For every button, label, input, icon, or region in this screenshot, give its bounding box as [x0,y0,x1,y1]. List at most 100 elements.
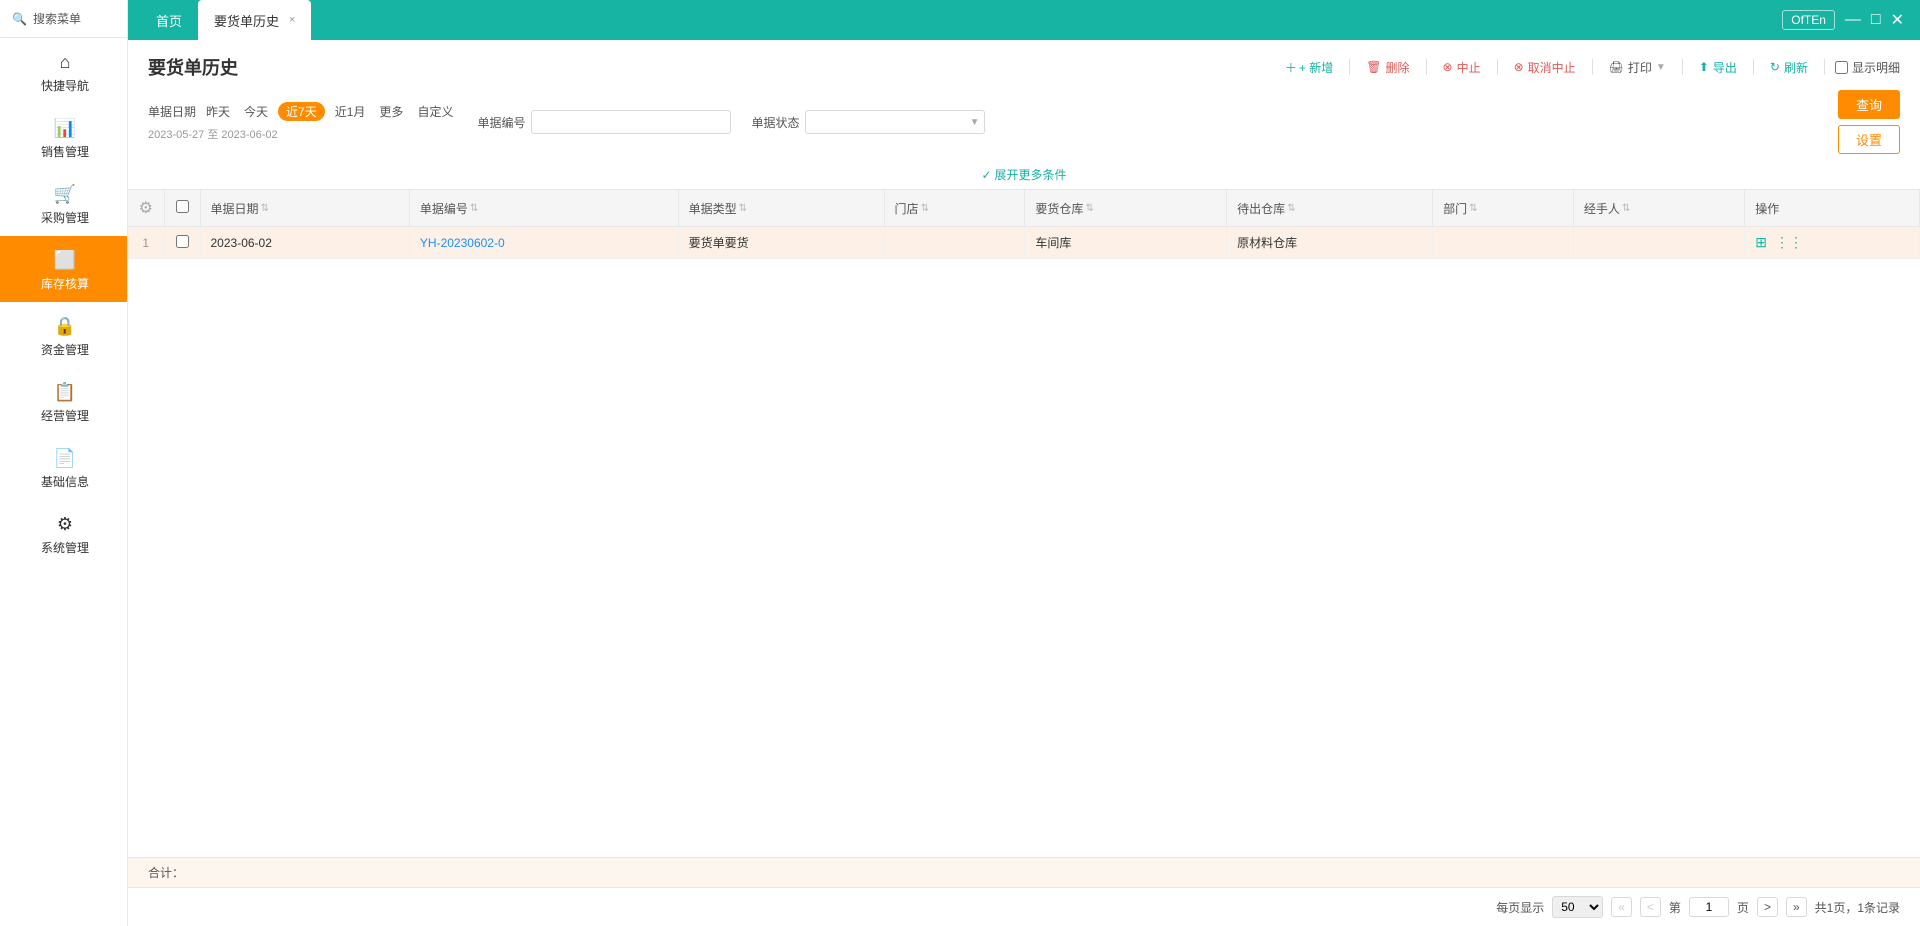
th-action-label: 操作 [1755,202,1779,216]
th-store-label: 门店 [895,200,919,217]
th-department[interactable]: 部门 ⇅ [1433,190,1574,227]
sidebar-search[interactable]: 🔍 搜索菜单 [0,0,127,38]
th-settings[interactable]: ⚙ [128,190,164,227]
th-checkbox[interactable] [164,190,200,227]
sidebar-item-system-mgmt[interactable]: ⚙ 系统管理 [0,500,127,566]
per-page-label: 每页显示 [1496,899,1544,916]
row-checkbox[interactable] [176,235,189,248]
total-info: 共1页，1条记录 [1815,899,1900,916]
bill-no-label: 单据编号 [477,114,525,131]
sidebar-item-label: 经营管理 [41,407,89,424]
sidebar-item-inventory-calc[interactable]: ⬜ 库存核算 [0,236,127,302]
main-area: 首页 要货单历史 × OfTEn — □ ✕ 要货单历史 ＋ + 新增 🗑 [128,0,1920,926]
prev-page-button[interactable]: < [1640,897,1661,917]
delete-button[interactable]: 🗑 删除 [1360,56,1415,79]
page-label: 第 [1669,899,1681,916]
show-detail-text: 显示明细 [1852,59,1900,76]
status-select[interactable] [805,110,985,134]
expand-button[interactable]: ✓ 展开更多条件 [981,166,1066,183]
shortcut-today[interactable]: 今天 [240,102,272,121]
next-page-button[interactable]: > [1757,897,1778,917]
first-page-button[interactable]: « [1611,897,1632,917]
stop-button[interactable]: ⊗ 中止 [1437,56,1487,79]
window-restore-button[interactable]: □ [1871,11,1881,29]
chart-icon: 📊 [54,118,76,139]
print-dropdown-icon: ▼ [1656,62,1666,73]
show-detail-checkbox[interactable] [1835,61,1848,74]
sidebar-item-quick-nav[interactable]: ⌂ 快捷导航 [0,38,127,104]
table-head: ⚙ 单据日期 ⇅ 单据编号 [128,190,1920,227]
th-action: 操作 [1745,190,1920,227]
cancel-stop-label: 取消中止 [1528,59,1576,76]
query-button[interactable]: 查询 [1838,90,1900,119]
toolbar: ＋ + 新增 🗑 删除 ⊗ 中止 ⊗ 取消中止 [1279,56,1900,79]
cell-req-warehouse: 车间库 [1025,227,1227,259]
divider1 [1349,59,1350,75]
refresh-label: 刷新 [1784,59,1808,76]
th-bill-type[interactable]: 单据类型 ⇅ [678,190,884,227]
refresh-button[interactable]: ↻ 刷新 [1764,56,1814,79]
cell-date: 2023-06-02 [200,227,409,259]
export-button[interactable]: ⬆ 导出 [1693,56,1743,79]
shortcut-custom[interactable]: 自定义 [413,102,457,121]
th-bill-no[interactable]: 单据编号 ⇅ [409,190,678,227]
per-page-select[interactable]: 50 20 100 [1552,896,1603,918]
tab-home[interactable]: 首页 [140,0,198,40]
th-store[interactable]: 门店 ⇅ [884,190,1025,227]
table-footer: 合计： [128,857,1920,887]
divider3 [1497,59,1498,75]
show-detail-label[interactable]: 显示明细 [1835,59,1900,76]
bill-no-filter: 单据编号 [477,110,731,134]
topbar-right: OfTEn — □ ✕ [1782,10,1908,30]
data-table: ⚙ 单据日期 ⇅ 单据编号 [128,190,1920,259]
page-input[interactable] [1689,897,1729,917]
bill-no-link[interactable]: YH-20230602-0 [420,236,505,250]
setting-button[interactable]: 设置 [1838,125,1900,154]
print-icon: 🖨 [1609,60,1624,74]
select-all-checkbox[interactable] [176,200,189,213]
th-department-label: 部门 [1443,200,1467,217]
cell-num: 1 [128,227,164,259]
cart-icon: 🛒 [54,184,76,205]
sidebar-item-purchase-mgmt[interactable]: 🛒 采购管理 [0,170,127,236]
cell-checkbox[interactable] [164,227,200,259]
th-handler[interactable]: 经手人 ⇅ [1573,190,1744,227]
cancel-stop-button[interactable]: ⊗ 取消中止 [1508,56,1582,79]
sidebar-item-basic-info[interactable]: 📄 基础信息 [0,434,127,500]
divider2 [1426,59,1427,75]
more-action-icon[interactable]: ⋮⋮ [1775,234,1803,251]
sidebar-item-label: 销售管理 [41,143,89,160]
shortcut-more[interactable]: 更多 [375,102,407,121]
sort-icon-store: ⇅ [921,203,929,214]
status-filter: 单据状态 ▼ [751,110,985,134]
tab-active[interactable]: 要货单历史 × [198,0,311,40]
settings-icon[interactable]: ⚙ [139,200,153,217]
table-wrap: ⚙ 单据日期 ⇅ 单据编号 [128,190,1920,857]
last-page-button[interactable]: » [1786,897,1807,917]
tab-close-icon[interactable]: × [289,14,295,26]
th-date[interactable]: 单据日期 ⇅ [200,190,409,227]
bill-no-input[interactable] [531,110,731,134]
sidebar-item-ops-mgmt[interactable]: 📋 经营管理 [0,368,127,434]
often-button[interactable]: OfTEn [1782,10,1835,30]
view-action-icon[interactable]: ⊞ [1755,234,1767,251]
topbar: 首页 要货单历史 × OfTEn — □ ✕ [128,0,1920,40]
add-label: + 新增 [1299,59,1333,76]
divider6 [1753,59,1754,75]
expand-icon: ✓ [981,168,991,182]
th-req-warehouse[interactable]: 要货仓库 ⇅ [1025,190,1227,227]
sidebar-item-sales-mgmt[interactable]: 📊 销售管理 [0,104,127,170]
window-minimize-button[interactable]: — [1845,11,1861,29]
cell-department [1433,227,1574,259]
th-pending-warehouse[interactable]: 待出仓库 ⇅ [1227,190,1433,227]
add-button[interactable]: ＋ + 新增 [1279,56,1339,79]
cell-action: ⊞ ⋮⋮ [1745,227,1920,259]
shortcut-1month[interactable]: 近1月 [331,102,370,121]
sidebar-item-finance-mgmt[interactable]: 🔒 资金管理 [0,302,127,368]
gear-icon: ⚙ [57,514,73,535]
window-close-button[interactable]: ✕ [1891,10,1904,30]
stop-icon: ⊗ [1443,60,1453,74]
print-button[interactable]: 🖨 打印 ▼ [1603,56,1672,79]
shortcut-yesterday[interactable]: 昨天 [202,102,234,121]
shortcut-7days[interactable]: 近7天 [278,102,325,121]
